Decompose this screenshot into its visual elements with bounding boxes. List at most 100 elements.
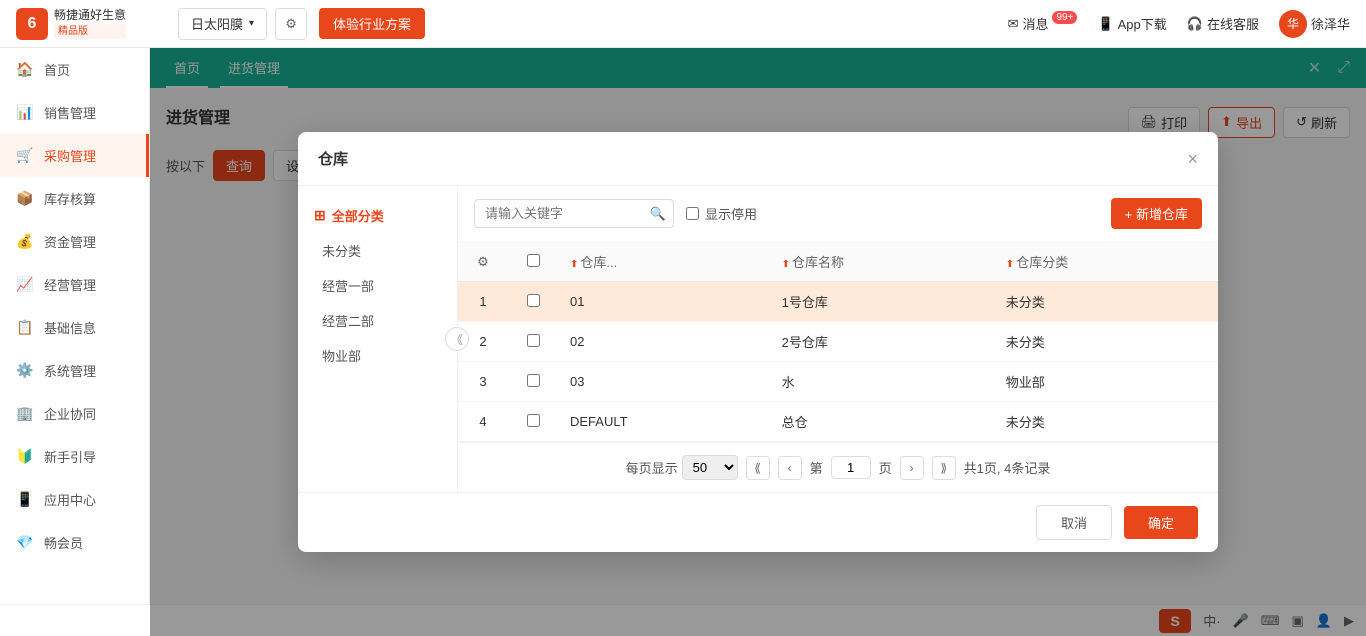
app-icon: 📱 <box>16 491 34 509</box>
category-dept2[interactable]: 经营二部 <box>298 303 457 338</box>
phone-icon: 📱 <box>1097 16 1113 32</box>
home-icon: 🏠 <box>16 61 34 79</box>
show-disabled-label[interactable]: 显示停用 <box>686 204 757 223</box>
row-checkbox[interactable] <box>527 334 540 347</box>
page-number-input[interactable] <box>831 456 871 479</box>
all-categories-item[interactable]: ⊞ 全部分类 <box>298 198 457 233</box>
purchase-icon: 🛒 <box>16 147 34 165</box>
logo-icon: 6 <box>16 8 48 40</box>
content-area: 🏠 首页 📊 销售管理 🛒 采购管理 📦 库存核算 💰 资金管理 📈 经营管理 … <box>0 48 1366 636</box>
category-dept1[interactable]: 经营一部 <box>298 268 457 303</box>
vip-icon: 💎 <box>16 534 34 552</box>
trial-button[interactable]: 体验行业方案 <box>319 8 425 39</box>
category-uncategorized[interactable]: 未分类 <box>298 233 457 268</box>
page-size-select: 每页显示 10 20 50 100 <box>626 455 738 480</box>
cell-no: 4 <box>458 402 508 442</box>
sidebar-item-basic[interactable]: 📋 基础信息 <box>0 306 149 349</box>
sidebar-item-vip[interactable]: 💎 畅会员 <box>0 521 149 564</box>
store-name: 日太阳膜 <box>191 14 243 33</box>
table-row[interactable]: 4 DEFAULT 总仓 未分类 <box>458 402 1218 442</box>
search-input-wrap: 🔍 <box>474 199 674 228</box>
notifications-item[interactable]: ✉ 消息 99+ <box>1008 14 1078 33</box>
sidebar-label-sales: 销售管理 <box>44 103 96 122</box>
cell-category: 物业部 <box>994 362 1218 402</box>
system-icon: ⚙️ <box>16 362 34 380</box>
cell-name: 1号仓库 <box>770 282 994 322</box>
prev-page-button[interactable]: ‹ <box>778 456 802 480</box>
basic-icon: 📋 <box>16 319 34 337</box>
sidebar-label-home: 首页 <box>44 60 70 79</box>
avatar: 华 <box>1279 10 1307 38</box>
sidebar-item-system[interactable]: ⚙️ 系统管理 <box>0 349 149 392</box>
main-content: 首页 进货管理 ✕ ⤢ 进货管理 🖨 打印 ⬆ 导出 <box>150 48 1366 636</box>
cell-checkbox[interactable] <box>508 322 558 362</box>
first-page-button[interactable]: ⟪ <box>746 456 770 480</box>
sidebar-item-sales[interactable]: 📊 销售管理 <box>0 91 149 134</box>
dialog-title: 仓库 <box>318 148 348 169</box>
cell-no: 1 <box>458 282 508 322</box>
search-icon[interactable]: 🔍 <box>650 206 666 222</box>
select-all-checkbox[interactable] <box>527 254 540 267</box>
sidebar-item-guide[interactable]: 🔰 新手引导 <box>0 435 149 478</box>
cell-checkbox[interactable] <box>508 362 558 402</box>
warehouse-table-wrap: ⚙ ⬆仓库... ⬆仓库名称 ⬆仓库分类 1 <box>458 242 1218 442</box>
dialog-close-button[interactable]: × <box>1187 150 1198 168</box>
show-disabled-checkbox[interactable] <box>686 207 699 220</box>
show-disabled-text: 显示停用 <box>705 204 757 223</box>
cell-name: 2号仓库 <box>770 322 994 362</box>
sidebar-item-operation[interactable]: 📈 经营管理 <box>0 263 149 306</box>
store-selector[interactable]: 日太阳膜 ▾ <box>178 8 267 40</box>
cell-category: 未分类 <box>994 282 1218 322</box>
table-header-row: ⚙ ⬆仓库... ⬆仓库名称 ⬆仓库分类 <box>458 242 1218 282</box>
app-download-item[interactable]: 📱 App下载 <box>1097 14 1166 33</box>
sidebar-label-finance: 资金管理 <box>44 232 96 251</box>
col-category[interactable]: ⬆仓库分类 <box>994 242 1218 282</box>
customer-service-item[interactable]: 🎧 在线客服 <box>1187 14 1259 33</box>
sidebar-item-purchase[interactable]: 🛒 采购管理 <box>0 134 149 177</box>
sidebar-label-inventory: 库存核算 <box>44 189 96 208</box>
finance-icon: 💰 <box>16 233 34 251</box>
cell-checkbox[interactable] <box>508 282 558 322</box>
search-input[interactable] <box>474 199 674 228</box>
sidebar-item-inventory[interactable]: 📦 库存核算 <box>0 177 149 220</box>
table-row[interactable]: 1 01 1号仓库 未分类 <box>458 282 1218 322</box>
category-panel: ⊞ 全部分类 未分类 经营一部 经营二部 物业部 <box>298 186 458 492</box>
sidebar-item-finance[interactable]: 💰 资金管理 <box>0 220 149 263</box>
confirm-button[interactable]: 确定 <box>1124 506 1198 539</box>
sidebar-item-app[interactable]: 📱 应用中心 <box>0 478 149 521</box>
cell-checkbox[interactable] <box>508 402 558 442</box>
category-property[interactable]: 物业部 <box>298 338 457 373</box>
message-icon: ✉ <box>1008 16 1019 32</box>
row-checkbox[interactable] <box>527 294 540 307</box>
add-warehouse-button[interactable]: + 新增仓库 <box>1111 198 1202 229</box>
table-row[interactable]: 3 03 水 物业部 <box>458 362 1218 402</box>
inventory-icon: 📦 <box>16 190 34 208</box>
row-checkbox[interactable] <box>527 414 540 427</box>
search-bar: 🔍 显示停用 + 新增仓库 <box>458 186 1218 242</box>
notification-label: 消息 <box>1022 14 1048 33</box>
sidebar-item-enterprise[interactable]: 🏢 企业协同 <box>0 392 149 435</box>
user-item[interactable]: 华 徐泽华 <box>1279 10 1350 38</box>
row-checkbox[interactable] <box>527 374 540 387</box>
collapse-panel-button[interactable]: 《 <box>445 327 469 351</box>
col-name[interactable]: ⬆仓库名称 <box>770 242 994 282</box>
col-code[interactable]: ⬆仓库... <box>558 242 770 282</box>
table-row[interactable]: 2 02 2号仓库 未分类 <box>458 322 1218 362</box>
logo-text: 畅捷通好生意 精品版 <box>54 8 126 39</box>
headset-icon: 🎧 <box>1187 16 1203 32</box>
dialog-footer: 取消 确定 <box>298 492 1218 552</box>
col-gear[interactable]: ⚙ <box>458 242 508 282</box>
sort-icon-category: ⬆ <box>1006 259 1014 270</box>
next-page-button[interactable]: › <box>900 456 924 480</box>
cell-name: 水 <box>770 362 994 402</box>
page-size-dropdown[interactable]: 10 20 50 100 <box>682 455 738 480</box>
notification-badge: 99+ <box>1052 11 1077 24</box>
warehouse-dialog: 仓库 × ⊞ 全部分类 未分类 经营 <box>298 132 1218 552</box>
col-checkbox[interactable] <box>508 242 558 282</box>
sidebar-item-home[interactable]: 🏠 首页 <box>0 48 149 91</box>
sidebar-label-purchase: 采购管理 <box>44 146 96 165</box>
cell-code: 02 <box>558 322 770 362</box>
settings-icon[interactable]: ⚙ <box>275 8 307 40</box>
last-page-button[interactable]: ⟫ <box>932 456 956 480</box>
cancel-button[interactable]: 取消 <box>1036 505 1112 540</box>
